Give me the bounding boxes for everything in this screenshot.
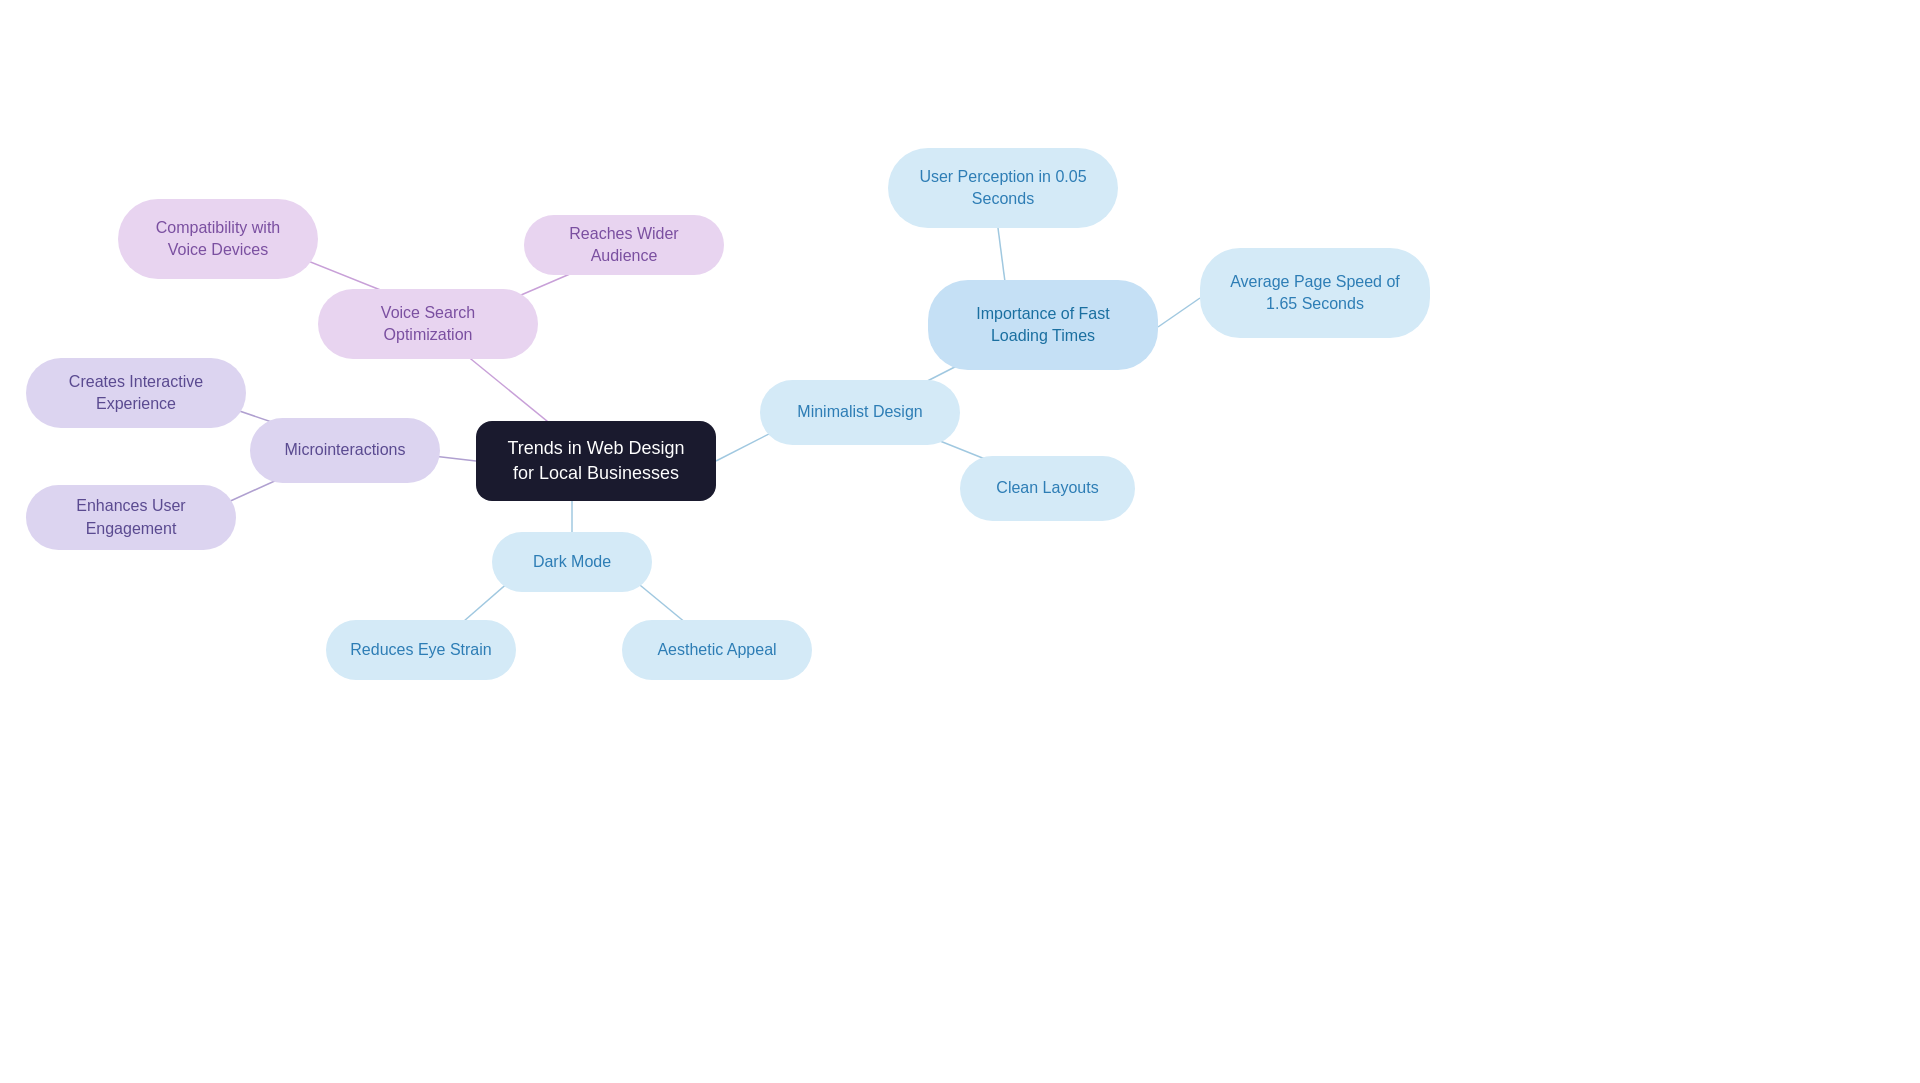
clean-layouts-node: Clean Layouts <box>960 456 1135 521</box>
compatibility-voice-label: Compatibility with Voice Devices <box>138 217 298 262</box>
user-perception-label: User Perception in 0.05 Seconds <box>908 166 1098 211</box>
reduces-eye-strain-label: Reduces Eye Strain <box>350 639 491 661</box>
microinteractions-node: Microinteractions <box>250 418 440 483</box>
dark-mode-label: Dark Mode <box>533 551 611 573</box>
importance-fast-node: Importance of Fast Loading Times <box>928 280 1158 370</box>
minimalist-design-label: Minimalist Design <box>797 401 922 423</box>
minimalist-design-node: Minimalist Design <box>760 380 960 445</box>
user-perception-node: User Perception in 0.05 Seconds <box>888 148 1118 228</box>
avg-page-speed-label: Average Page Speed of 1.65 Seconds <box>1220 271 1410 316</box>
center-label: Trends in Web Design for Local Businesse… <box>496 436 696 486</box>
reaches-wider-label: Reaches Wider Audience <box>544 223 704 268</box>
voice-search-node: Voice Search Optimization <box>318 289 538 359</box>
reaches-wider-node: Reaches Wider Audience <box>524 215 724 275</box>
aesthetic-appeal-node: Aesthetic Appeal <box>622 620 812 680</box>
enhances-engagement-node: Enhances User Engagement <box>26 485 236 550</box>
aesthetic-appeal-label: Aesthetic Appeal <box>657 639 776 661</box>
importance-fast-label: Importance of Fast Loading Times <box>948 303 1138 348</box>
clean-layouts-label: Clean Layouts <box>996 477 1098 499</box>
reduces-eye-strain-node: Reduces Eye Strain <box>326 620 516 680</box>
dark-mode-node: Dark Mode <box>492 532 652 592</box>
voice-search-label: Voice Search Optimization <box>338 302 518 347</box>
svg-line-13 <box>1158 298 1200 327</box>
creates-interactive-label: Creates Interactive Experience <box>46 371 226 416</box>
enhances-engagement-label: Enhances User Engagement <box>46 495 216 540</box>
avg-page-speed-node: Average Page Speed of 1.65 Seconds <box>1200 248 1430 338</box>
creates-interactive-node: Creates Interactive Experience <box>26 358 246 428</box>
microinteractions-label: Microinteractions <box>285 439 406 461</box>
compatibility-voice-node: Compatibility with Voice Devices <box>118 199 318 279</box>
center-node: Trends in Web Design for Local Businesse… <box>476 421 716 501</box>
